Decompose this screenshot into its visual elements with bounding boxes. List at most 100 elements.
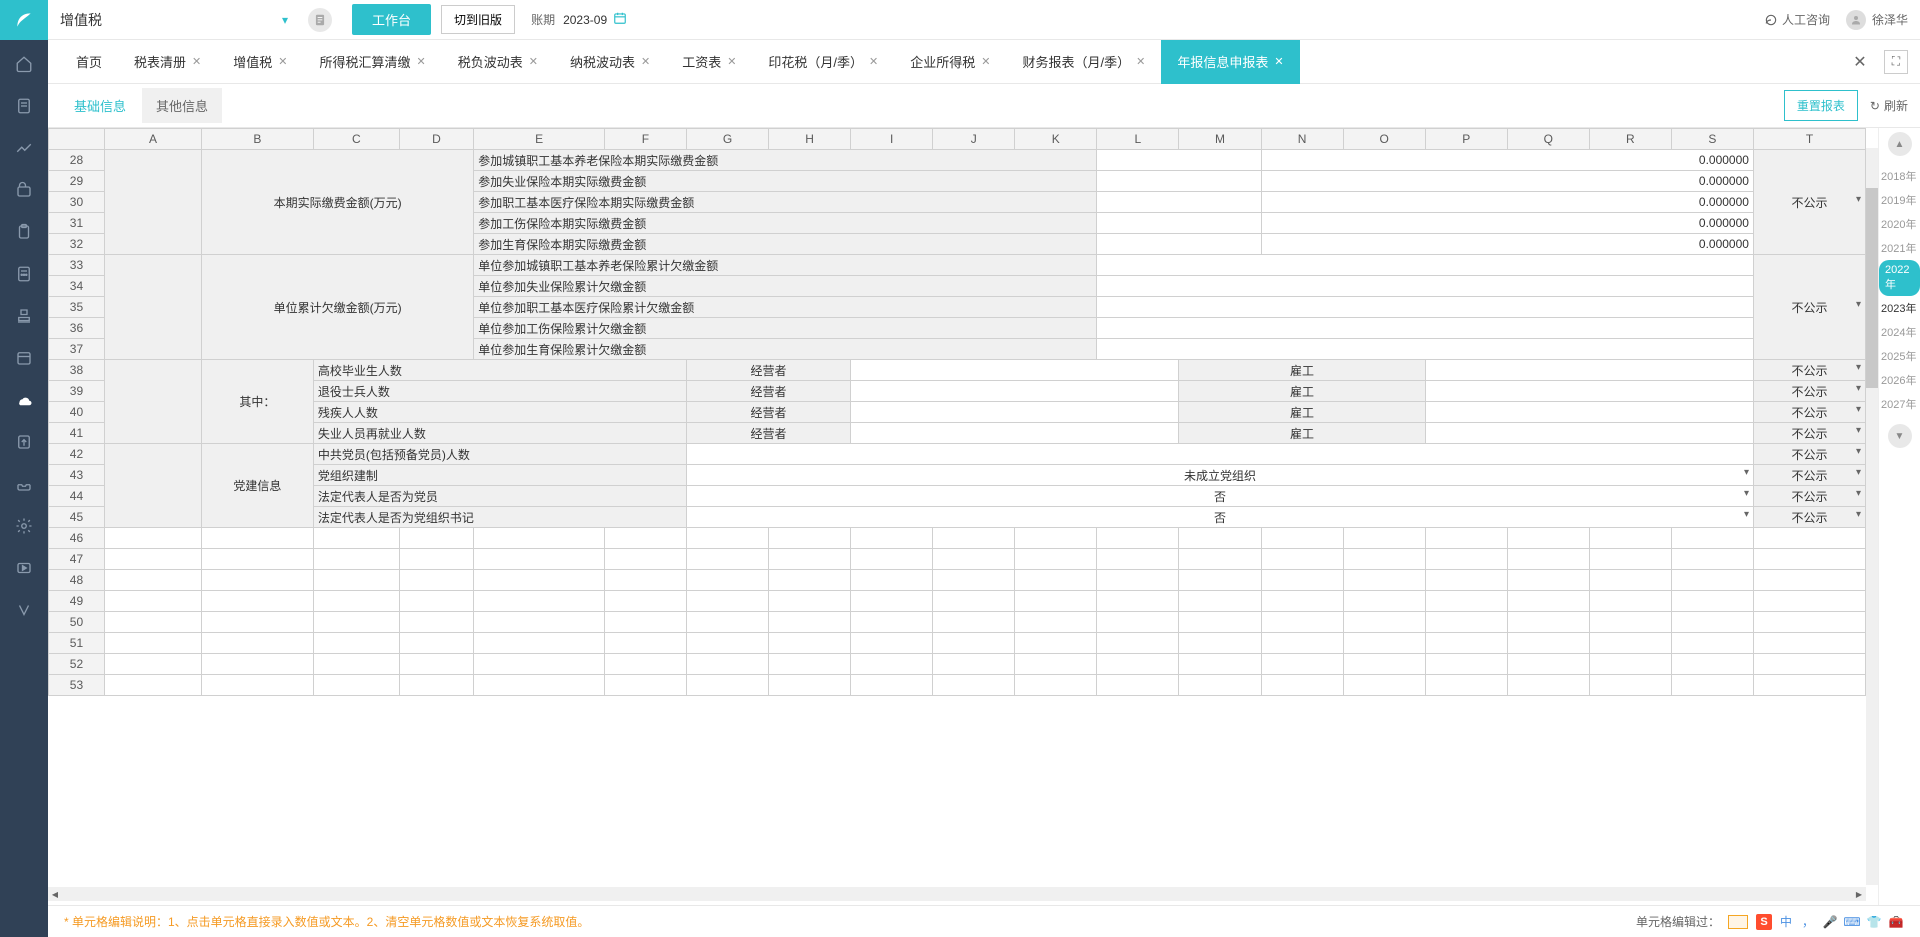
cell[interactable] (1261, 591, 1343, 612)
cell[interactable] (1425, 360, 1753, 381)
cell[interactable] (1589, 549, 1671, 570)
row-header[interactable]: 44 (49, 486, 105, 507)
cell[interactable] (604, 591, 686, 612)
col-header-K[interactable]: K (1015, 129, 1097, 150)
year-item[interactable]: 2021年 (1879, 236, 1920, 260)
cell[interactable] (104, 444, 201, 528)
cell[interactable] (201, 549, 313, 570)
cell[interactable] (399, 570, 474, 591)
horizontal-scrollbar[interactable]: ◀▶ (48, 887, 1866, 901)
row-header[interactable]: 46 (49, 528, 105, 549)
row-header[interactable]: 37 (49, 339, 105, 360)
tab-1[interactable]: 税表清册✕ (118, 40, 217, 84)
cell[interactable] (399, 612, 474, 633)
cell[interactable] (1753, 612, 1865, 633)
cell[interactable] (769, 591, 851, 612)
cell[interactable] (1261, 633, 1343, 654)
cell[interactable] (104, 549, 201, 570)
cell[interactable]: 不公示 (1753, 360, 1865, 381)
cell[interactable]: 退役士兵人数 (313, 381, 686, 402)
cell[interactable] (686, 549, 768, 570)
ime-lang-icon[interactable]: 中 (1778, 914, 1794, 930)
cell[interactable] (1343, 591, 1425, 612)
cell[interactable] (104, 570, 201, 591)
sidebar-home-icon[interactable] (12, 52, 36, 76)
row-header[interactable]: 51 (49, 633, 105, 654)
cell[interactable]: 不公示 (1753, 444, 1865, 465)
cell[interactable] (1261, 675, 1343, 696)
cell[interactable] (399, 633, 474, 654)
cell[interactable] (1261, 612, 1343, 633)
cell[interactable] (686, 654, 768, 675)
cell[interactable] (769, 675, 851, 696)
col-header-H[interactable]: H (769, 129, 851, 150)
sidebar-date-icon[interactable] (12, 346, 36, 370)
cell[interactable] (1097, 150, 1261, 171)
cell[interactable] (1507, 633, 1589, 654)
cell[interactable] (1261, 528, 1343, 549)
cell[interactable] (1015, 612, 1097, 633)
cell[interactable] (1343, 633, 1425, 654)
cell[interactable] (474, 633, 605, 654)
cell[interactable] (1097, 549, 1179, 570)
cell[interactable] (1015, 528, 1097, 549)
consult-link[interactable]: 人工咨询 (1764, 11, 1830, 28)
row-header[interactable]: 49 (49, 591, 105, 612)
cell[interactable]: 单位参加工伤保险累计欠缴金额 (474, 318, 1097, 339)
cell[interactable]: 残疾人人数 (313, 402, 686, 423)
col-header-L[interactable]: L (1097, 129, 1179, 150)
cell[interactable] (1097, 591, 1179, 612)
cell[interactable] (1015, 675, 1097, 696)
cell[interactable] (1015, 654, 1097, 675)
cell[interactable] (1261, 654, 1343, 675)
year-item[interactable]: 2024年 (1879, 320, 1920, 344)
cell[interactable] (1097, 339, 1754, 360)
cell[interactable] (1179, 654, 1261, 675)
cell[interactable] (769, 612, 851, 633)
cell[interactable] (474, 591, 605, 612)
cell[interactable]: 0.000000 (1261, 192, 1753, 213)
cell[interactable]: 法定代表人是否为党员 (313, 486, 686, 507)
sidebar-bag-icon[interactable] (12, 178, 36, 202)
cell[interactable] (1507, 570, 1589, 591)
cell[interactable] (1589, 633, 1671, 654)
cell[interactable] (313, 633, 399, 654)
cell[interactable] (769, 654, 851, 675)
cell[interactable]: 雇工 (1179, 402, 1425, 423)
col-header-B[interactable]: B (201, 129, 313, 150)
row-header[interactable]: 41 (49, 423, 105, 444)
cell[interactable] (769, 528, 851, 549)
corner-cell[interactable] (49, 129, 105, 150)
cell[interactable] (201, 612, 313, 633)
sidebar-stamp-icon[interactable] (12, 304, 36, 328)
row-header[interactable]: 29 (49, 171, 105, 192)
row-header[interactable]: 36 (49, 318, 105, 339)
cell[interactable] (1097, 192, 1261, 213)
cell[interactable] (104, 528, 201, 549)
cell[interactable] (1507, 675, 1589, 696)
cell[interactable] (1097, 633, 1179, 654)
row-header[interactable]: 28 (49, 150, 105, 171)
cell[interactable] (1425, 423, 1753, 444)
cell[interactable] (1179, 675, 1261, 696)
tab-7[interactable]: 印花税（月/季）✕ (752, 40, 894, 84)
row-header[interactable]: 53 (49, 675, 105, 696)
col-header-O[interactable]: O (1343, 129, 1425, 150)
sub-tab-other[interactable]: 其他信息 (142, 88, 222, 123)
cell[interactable] (1343, 528, 1425, 549)
col-header-C[interactable]: C (313, 129, 399, 150)
cell[interactable]: 经营者 (686, 423, 850, 444)
cell[interactable]: 单位累计欠缴金额(万元) (201, 255, 473, 360)
cell[interactable]: 经营者 (686, 381, 850, 402)
cell[interactable] (1589, 612, 1671, 633)
year-item[interactable]: 2019年 (1879, 188, 1920, 212)
cell[interactable] (1425, 570, 1507, 591)
cell[interactable] (1671, 612, 1753, 633)
cell[interactable] (1179, 528, 1261, 549)
cell[interactable] (604, 633, 686, 654)
col-header-T[interactable]: T (1753, 129, 1865, 150)
expand-icon[interactable]: ⛶ (1884, 50, 1908, 74)
cell[interactable]: 参加失业保险本期实际缴费金额 (474, 171, 1097, 192)
cell[interactable] (851, 423, 1179, 444)
refresh-button[interactable]: ↻ 刷新 (1870, 97, 1908, 114)
